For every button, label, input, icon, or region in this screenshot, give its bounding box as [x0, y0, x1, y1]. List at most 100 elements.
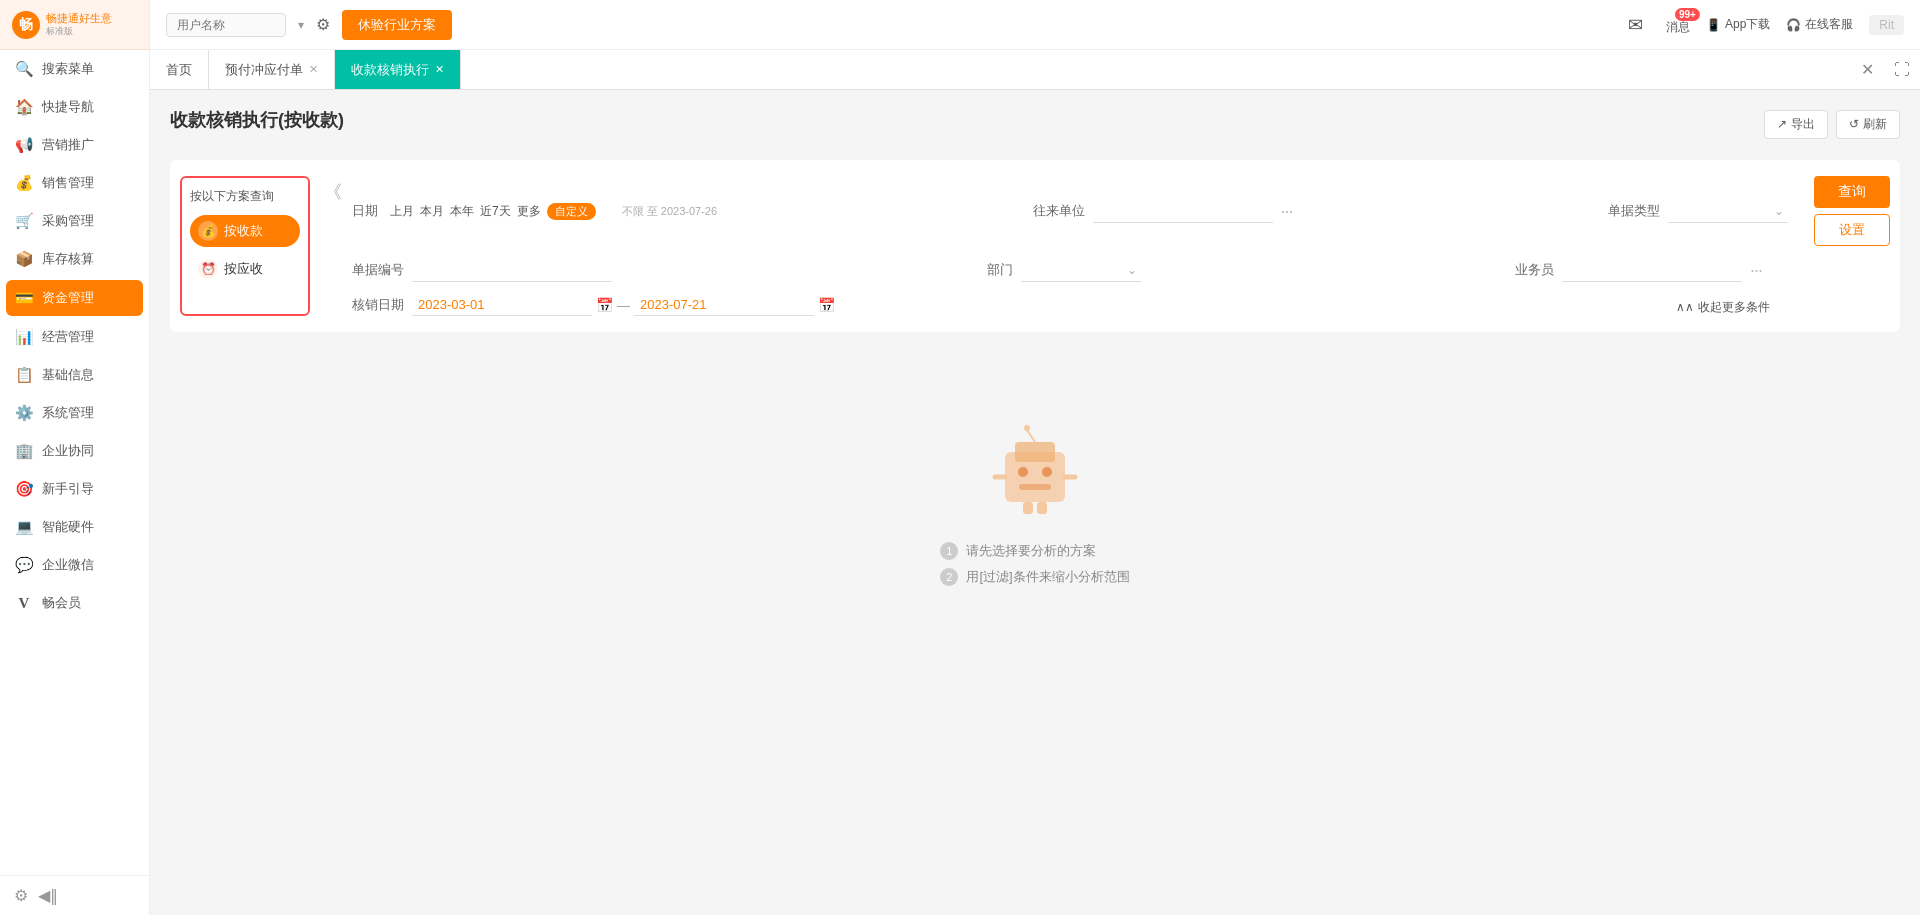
sidebar-item-label: 资金管理	[42, 289, 94, 307]
filter-setting-button[interactable]: 设置	[1814, 214, 1890, 246]
empty-hint-2: 2 用[过滤]条件来缩小分析范围	[940, 568, 1129, 586]
filter-action-buttons: 查询 设置	[1814, 176, 1890, 246]
expand-button[interactable]: ⛶	[1884, 55, 1920, 85]
page-toolbar: ↗ 导出 ↺ 刷新	[1764, 110, 1900, 139]
wechat-icon: 💬	[14, 556, 34, 574]
sidebar-item-quicknav[interactable]: 🏠 快捷导航	[0, 88, 149, 126]
svg-point-2	[1018, 467, 1028, 477]
purchase-icon: 🛒	[14, 212, 34, 230]
shortcut-custom[interactable]: 自定义	[547, 203, 596, 220]
tab-prepay-close-icon[interactable]: ✕	[309, 63, 318, 76]
staff-more-icon[interactable]: ···	[1750, 260, 1762, 281]
shortcut-this-month[interactable]: 本月	[420, 203, 444, 220]
tabbar-actions: ✕ ⛶	[1851, 54, 1920, 85]
app-logo: 畅 畅捷通好生意 标准版	[0, 0, 149, 50]
content-area: 收款核销执行(按收款) ↗ 导出 ↺ 刷新 按以下方案查询 💰 按收款	[150, 90, 1920, 915]
hardware-icon: 💻	[14, 518, 34, 536]
shortcut-more[interactable]: 更多	[517, 203, 541, 220]
sidebar-item-label: 经营管理	[42, 328, 94, 346]
sidebar-item-vip[interactable]: V 畅会员	[0, 584, 149, 622]
message-badge: 99+	[1675, 8, 1700, 21]
partner-input[interactable]	[1093, 199, 1273, 223]
svg-point-3	[1042, 467, 1052, 477]
sidebar-item-label: 系统管理	[42, 404, 94, 422]
close-all-tabs-button[interactable]: ✕	[1851, 54, 1884, 85]
collapse-more-label: 收起更多条件	[1698, 299, 1770, 316]
calendar-start-icon[interactable]: 📅	[596, 297, 613, 313]
refresh-icon: ↺	[1849, 117, 1859, 131]
user-name-badge[interactable]: Rit	[1869, 15, 1904, 35]
staff-input[interactable]	[1562, 258, 1742, 282]
operation-icon: 📊	[14, 328, 34, 346]
sidebar-item-guide[interactable]: 🎯 新手引导	[0, 470, 149, 508]
chevron-up-icon: ∧∧	[1676, 300, 1694, 314]
filter-option-by-receipt[interactable]: 💰 按收款	[190, 215, 300, 247]
tab-home[interactable]: 首页	[150, 50, 209, 89]
sidebar-item-wechat[interactable]: 💬 企业微信	[0, 546, 149, 584]
dept-field: 部门	[987, 258, 1141, 282]
filter-option-receivable-label: 按应收	[224, 260, 263, 278]
message-icon[interactable]: ✉ 99+ 消息	[1628, 14, 1690, 36]
app-download-link[interactable]: 📱 App下载	[1706, 16, 1770, 33]
tab-receipt[interactable]: 收款核销执行 ✕	[335, 50, 461, 89]
staff-field: 业务员 ···	[1515, 258, 1762, 282]
sidebar-item-search[interactable]: 🔍 搜索菜单	[0, 50, 149, 88]
online-service-link[interactable]: 🎧 在线客服	[1786, 16, 1853, 33]
sidebar-item-purchase[interactable]: 🛒 采购管理	[0, 202, 149, 240]
shortcut-this-year[interactable]: 本年	[450, 203, 474, 220]
sidebar-item-hardware[interactable]: 💻 智能硬件	[0, 508, 149, 546]
topbar-gear-icon[interactable]: ⚙	[316, 15, 330, 34]
enterprise-icon: 🏢	[14, 442, 34, 460]
query-button[interactable]: 查询	[1814, 176, 1890, 208]
calendar-end-icon[interactable]: 📅	[818, 297, 835, 313]
headset-icon: 🎧	[1786, 18, 1801, 32]
export-icon: ↗	[1777, 117, 1787, 131]
hint-text-2: 用[过滤]条件来缩小分析范围	[966, 568, 1129, 586]
filter-collapse-button[interactable]: 《	[324, 176, 342, 316]
svg-rect-7	[1023, 502, 1033, 514]
sidebar-item-basic[interactable]: 📋 基础信息	[0, 356, 149, 394]
shortcut-last-month[interactable]: 上月	[390, 203, 414, 220]
sidebar-item-inventory[interactable]: 📦 库存核算	[0, 240, 149, 278]
tab-receipt-close-icon[interactable]: ✕	[435, 63, 444, 76]
refresh-button[interactable]: ↺ 刷新	[1836, 110, 1900, 139]
sidebar-item-enterprise[interactable]: 🏢 企业协同	[0, 432, 149, 470]
sidebar-item-operation[interactable]: 📊 经营管理	[0, 318, 149, 356]
topbar-user-input[interactable]	[166, 13, 286, 37]
sidebar: 畅 畅捷通好生意 标准版 🔍 搜索菜单 🏠 快捷导航 📢 营销推广 💰 销售管理…	[0, 0, 150, 915]
verify-date-end-input[interactable]	[634, 294, 814, 316]
export-label: 导出	[1791, 116, 1815, 133]
industry-solution-button[interactable]: 休验行业方案	[342, 10, 452, 40]
collapse-sidebar-icon[interactable]: ◀‖	[38, 886, 58, 905]
doc-no-input[interactable]	[412, 258, 612, 282]
sidebar-item-label: 畅会员	[42, 594, 81, 612]
home-icon: 🏠	[14, 98, 34, 116]
doc-no-field: 单据编号	[352, 258, 612, 282]
partner-more-icon[interactable]: ···	[1281, 201, 1293, 222]
inventory-icon: 📦	[14, 250, 34, 268]
refresh-label: 刷新	[1863, 116, 1887, 133]
partner-field: 往来单位 ···	[1033, 199, 1293, 223]
online-service-label: 在线客服	[1805, 16, 1853, 33]
search-icon: 🔍	[14, 60, 34, 78]
filter-option-by-receivable[interactable]: ⏰ 按应收	[190, 253, 300, 285]
shortcut-7days[interactable]: 近7天	[480, 203, 511, 220]
export-button[interactable]: ↗ 导出	[1764, 110, 1828, 139]
partner-label: 往来单位	[1033, 202, 1085, 220]
doc-type-select[interactable]	[1668, 199, 1788, 223]
staff-label: 业务员	[1515, 261, 1554, 279]
sidebar-item-sales[interactable]: 💰 销售管理	[0, 164, 149, 202]
filter-scheme-panel: 按以下方案查询 💰 按收款 ⏰ 按应收	[180, 176, 310, 316]
logo-icon: 畅	[12, 11, 40, 39]
tab-prepay[interactable]: 预付冲应付单 ✕	[209, 50, 335, 89]
sidebar-item-marketing[interactable]: 📢 营销推广	[0, 126, 149, 164]
empty-hint-1: 1 请先选择要分析的方案	[940, 542, 1129, 560]
sidebar-item-finance[interactable]: 💳 资金管理	[6, 280, 143, 316]
settings-icon[interactable]: ⚙	[14, 886, 28, 905]
sidebar-item-system[interactable]: ⚙️ 系统管理	[0, 394, 149, 432]
verify-date-start-input[interactable]	[412, 294, 592, 316]
dept-select[interactable]	[1021, 258, 1141, 282]
sidebar-item-label: 企业协同	[42, 442, 94, 460]
date-shortcuts: 上月 本月 本年 近7天 更多 自定义	[390, 203, 596, 220]
collapse-more-conditions[interactable]: ∧∧ 收起更多条件	[1676, 299, 1770, 316]
